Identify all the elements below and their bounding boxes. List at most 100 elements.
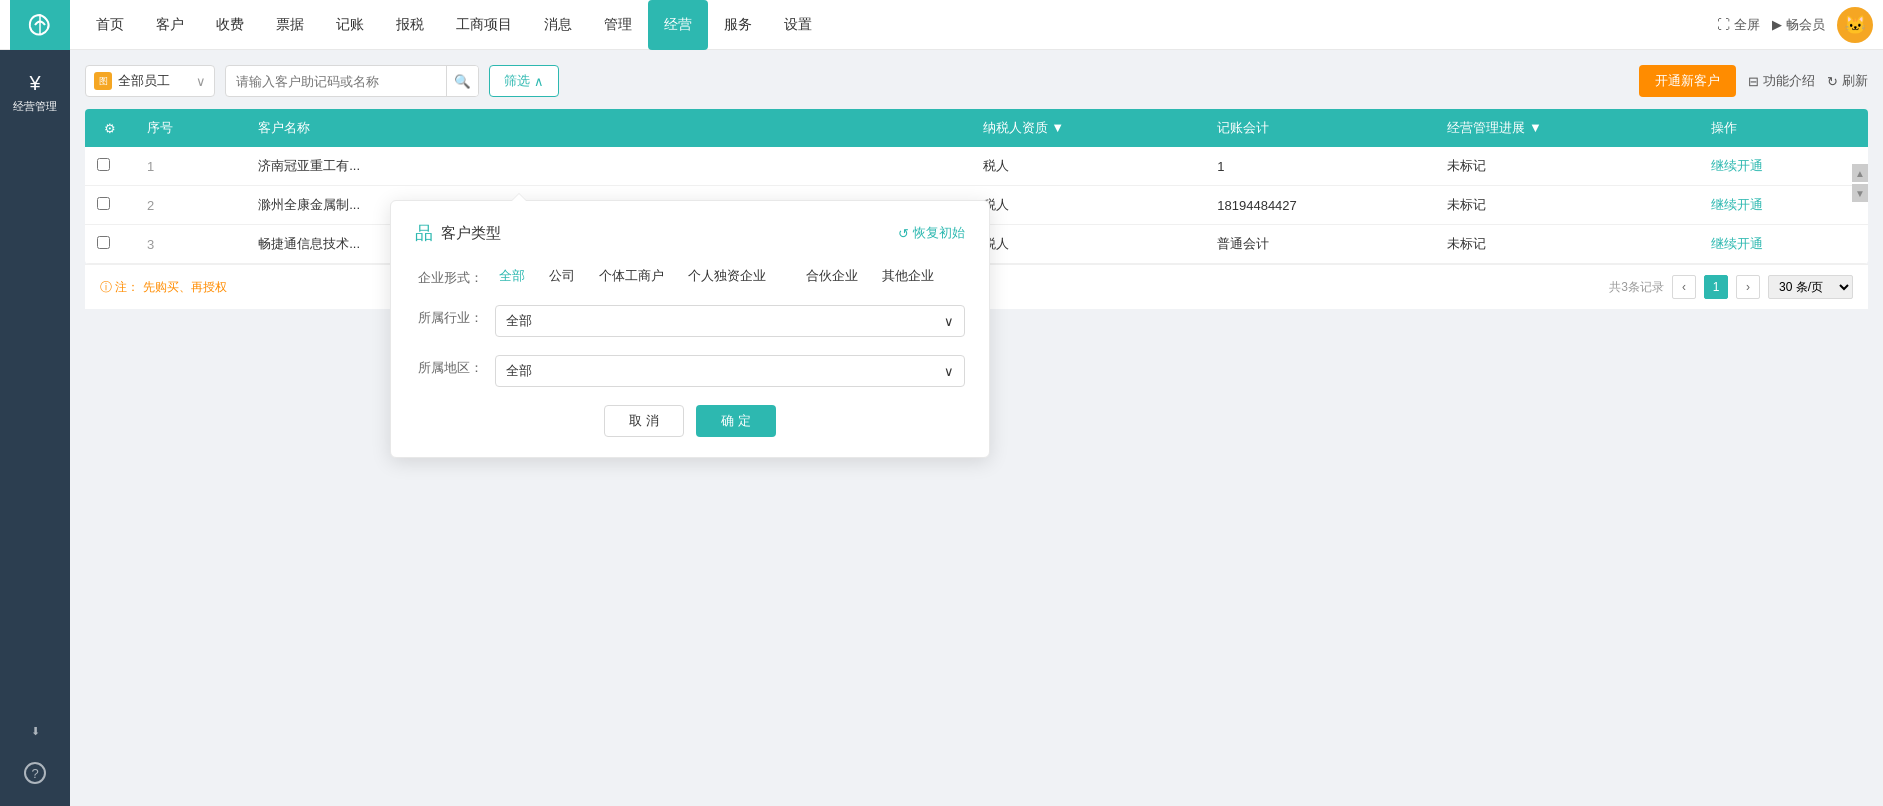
filter-chevron-up-icon: ∧ <box>534 74 544 89</box>
cell-taxpayer: 税人 <box>971 147 1206 186</box>
nav-item-customers[interactable]: 客户 <box>140 0 200 50</box>
search-box: 🔍 <box>225 65 479 97</box>
filter-option-other[interactable]: 其他企业 <box>878 265 938 287</box>
cell-checkbox[interactable] <box>85 225 135 264</box>
sidebar: ¥ 经营管理 ⬇ ? <box>0 50 70 806</box>
cell-name: 济南冠亚重工有... <box>246 147 526 186</box>
nav-item-tax[interactable]: 报税 <box>380 0 440 50</box>
filter-option-company[interactable]: 公司 <box>545 265 579 287</box>
scroll-down-button[interactable]: ▼ <box>1852 184 1868 202</box>
employee-select-chevron: ∨ <box>196 74 206 89</box>
filter-confirm-button[interactable]: 确 定 <box>696 405 776 437</box>
filter-actions: 取 消 确 定 <box>415 405 965 437</box>
col-progress[interactable]: 经营管理进展 ▼ <box>1435 109 1698 147</box>
main-layout: ¥ 经营管理 ⬇ ? 图 全部员工 ∨ <box>0 50 1883 806</box>
vip-icon: ▶ <box>1772 17 1782 32</box>
fullscreen-button[interactable]: ⛶ 全屏 <box>1717 16 1760 34</box>
app-logo <box>10 0 70 50</box>
filter-option-all[interactable]: 全部 <box>495 265 529 287</box>
nav-item-invoices[interactable]: 票据 <box>260 0 320 50</box>
filter-row-region: 所属地区： 全部 ∨ <box>415 355 965 387</box>
filter-cancel-button[interactable]: 取 消 <box>604 405 684 437</box>
table-row: 1 济南冠亚重工有... 税人 1 未标记 继续开通 <box>85 147 1868 186</box>
page-next-button[interactable]: › <box>1736 275 1760 299</box>
sidebar-item-label: 经营管理 <box>13 99 57 114</box>
nav-item-operations[interactable]: 经营 <box>648 0 708 50</box>
footer-note: ⓘ 注： 先购买、再授权 <box>100 279 227 296</box>
open-customer-button[interactable]: 开通新客户 <box>1639 65 1736 97</box>
cell-accountant: 1 <box>1205 147 1435 186</box>
col-name: 客户名称 <box>246 109 526 147</box>
nav-item-business-items[interactable]: 工商项目 <box>440 0 528 50</box>
cell-action[interactable]: 继续开通 <box>1699 147 1868 186</box>
filter-panel: 品 客户类型 ↺ 恢复初始 企业形式： 全部 公司 个体工商户 个人独资企业 合… <box>390 200 990 458</box>
page-size-select[interactable]: 30 条/页 50 条/页 100 条/页 <box>1768 275 1853 299</box>
cell-accountant: 普通会计 <box>1205 225 1435 264</box>
filter-enterprise-options: 全部 公司 个体工商户 个人独资企业 合伙企业 其他企业 <box>495 265 965 287</box>
filter-btn-label: 筛选 <box>504 72 530 90</box>
employee-select[interactable]: 图 全部员工 ∨ <box>85 65 215 97</box>
download-icon: ⬇ <box>31 725 40 738</box>
reset-icon: ↺ <box>898 226 909 241</box>
cell-progress: 未标记 <box>1435 186 1698 225</box>
page-prev-button[interactable]: ‹ <box>1672 275 1696 299</box>
cell-action[interactable]: 继续开通 <box>1699 225 1868 264</box>
cell-progress: 未标记 <box>1435 147 1698 186</box>
sidebar-item-ops-mgmt[interactable]: ¥ 经营管理 <box>0 60 70 126</box>
filter-title-icon: 品 <box>415 221 433 245</box>
scroll-up-button[interactable]: ▲ <box>1852 164 1868 182</box>
nav-menu: 首页 客户 收费 票据 记账 报税 工商项目 消息 管理 经营 服务 设置 <box>70 0 1717 50</box>
employee-select-value: 全部员工 <box>118 72 170 90</box>
filter-reset-button[interactable]: ↺ 恢复初始 <box>898 224 965 242</box>
avatar[interactable]: 🐱 <box>1837 7 1873 43</box>
vip-button[interactable]: ▶ 畅会员 <box>1772 16 1825 34</box>
nav-item-fees[interactable]: 收费 <box>200 0 260 50</box>
filter-option-individual[interactable]: 个体工商户 <box>595 265 668 287</box>
info-icon: ⓘ <box>100 280 112 294</box>
pagination: 共3条记录 ‹ 1 › 30 条/页 50 条/页 100 条/页 <box>1609 275 1853 299</box>
cell-num: 1 <box>135 147 246 186</box>
func-intro-button[interactable]: ⊟ 功能介绍 <box>1748 72 1815 90</box>
filter-row-enterprise: 企业形式： 全部 公司 个体工商户 个人独资企业 合伙企业 其他企业 <box>415 265 965 287</box>
nav-item-home[interactable]: 首页 <box>80 0 140 50</box>
search-button[interactable]: 🔍 <box>446 65 478 97</box>
nav-right: ⛶ 全屏 ▶ 畅会员 🐱 <box>1717 7 1873 43</box>
sidebar-item-download[interactable]: ⬇ <box>19 713 51 750</box>
filter-panel-header: 品 客户类型 ↺ 恢复初始 <box>415 221 965 245</box>
toolbar: 图 全部员工 ∨ 🔍 筛选 ∧ 开通新客户 ⊟ 功能介绍 <box>85 65 1868 97</box>
cell-checkbox[interactable] <box>85 186 135 225</box>
filter-region-label: 所属地区： <box>415 355 495 377</box>
col-settings[interactable]: ⚙ <box>85 109 135 147</box>
sidebar-item-help[interactable]: ? <box>19 750 51 796</box>
nav-item-messages[interactable]: 消息 <box>528 0 588 50</box>
func-intro-icon: ⊟ <box>1748 74 1759 89</box>
col-num: 序号 <box>135 109 246 147</box>
cell-taxpayer: 税人 <box>971 186 1206 225</box>
filter-option-partnership[interactable]: 合伙企业 <box>802 265 862 287</box>
cell-progress: 未标记 <box>1435 225 1698 264</box>
cell-num: 2 <box>135 186 246 225</box>
nav-item-accounting[interactable]: 记账 <box>320 0 380 50</box>
filter-option-sole[interactable]: 个人独资企业 <box>684 265 770 287</box>
top-navigation: 首页 客户 收费 票据 记账 报税 工商项目 消息 管理 经营 服务 设置 ⛶ … <box>0 0 1883 50</box>
cell-checkbox[interactable] <box>85 147 135 186</box>
nav-item-settings[interactable]: 设置 <box>768 0 828 50</box>
cell-extra1 <box>526 147 971 186</box>
nav-item-service[interactable]: 服务 <box>708 0 768 50</box>
filter-region-select[interactable]: 全部 ∨ <box>495 355 965 387</box>
filter-panel-title: 品 客户类型 <box>415 221 501 245</box>
col-taxpayer[interactable]: 纳税人资质 ▼ <box>971 109 1206 147</box>
col-accountant: 记账会计 <box>1205 109 1435 147</box>
filter-button[interactable]: 筛选 ∧ <box>489 65 559 97</box>
nav-item-management[interactable]: 管理 <box>588 0 648 50</box>
cell-num: 3 <box>135 225 246 264</box>
help-icon: ? <box>24 762 46 784</box>
refresh-button[interactable]: ↻ 刷新 <box>1827 72 1868 90</box>
main-content: 图 全部员工 ∨ 🔍 筛选 ∧ 开通新客户 ⊟ 功能介绍 <box>70 50 1883 806</box>
scroll-controls: ▲ ▼ <box>1852 164 1868 202</box>
employee-icon: 图 <box>94 72 112 90</box>
filter-industry-select[interactable]: 全部 ∨ <box>495 305 965 337</box>
cell-action[interactable]: 继续开通 <box>1699 186 1868 225</box>
page-1-button[interactable]: 1 <box>1704 275 1728 299</box>
search-input[interactable] <box>226 74 446 89</box>
